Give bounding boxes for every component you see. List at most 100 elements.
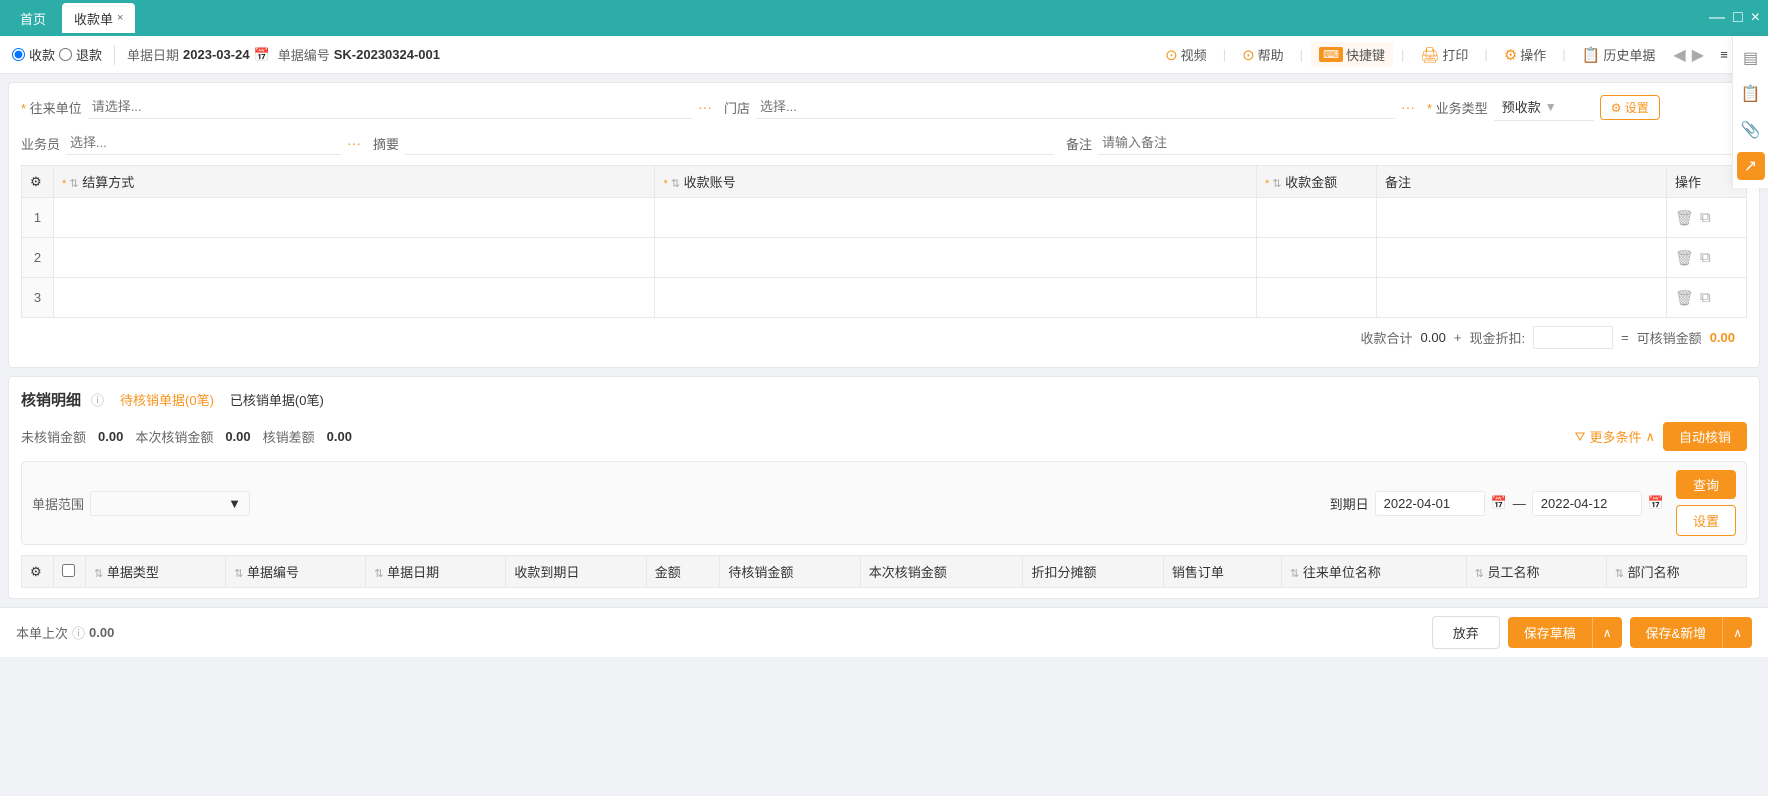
date-to-input[interactable]	[1532, 491, 1642, 516]
select-all-checkbox[interactable]	[62, 564, 75, 577]
cal-from-icon[interactable]: 📅	[1491, 495, 1507, 511]
row2-delete-icon[interactable]: 🗑	[1675, 249, 1694, 267]
video-btn[interactable]: ⊙ 视频	[1157, 42, 1215, 67]
gear-header[interactable]: ⚙	[22, 166, 54, 198]
operation-btn[interactable]: ⚙ 操作	[1496, 42, 1554, 67]
more-conditions-btn[interactable]: ⛛ 更多条件 ∧	[1575, 427, 1655, 446]
restore-icon[interactable]: □	[1733, 9, 1743, 27]
row1-account[interactable]	[655, 198, 1256, 238]
partner-label: 往来单位	[21, 98, 82, 117]
sidebar-attach-icon[interactable]: 📎	[1737, 116, 1765, 144]
row1-delete-icon[interactable]: 🗑	[1675, 209, 1694, 227]
sidebar-table-icon[interactable]: ▤	[1737, 44, 1765, 72]
row3-copy-icon[interactable]: ⧉	[1700, 289, 1711, 306]
tab-home[interactable]: 首页	[8, 3, 58, 33]
tab-list: 首页 收款单 ×	[8, 3, 135, 33]
number-field: 单据编号 SK-20230324-001	[278, 45, 440, 64]
row2-copy-icon[interactable]: ⧉	[1700, 249, 1711, 266]
minimize-icon[interactable]: —	[1709, 9, 1725, 27]
partner-more-icon[interactable]: ···	[698, 99, 712, 115]
prev-arrow[interactable]: ◀	[1671, 45, 1687, 65]
discount-input[interactable]	[1533, 326, 1613, 349]
radio-shoukuan-label[interactable]: 收款	[29, 45, 55, 64]
table-row: 3 🗑 ⧉	[22, 278, 1747, 318]
shortcut-btn[interactable]: ⌨ 快捷键	[1311, 42, 1393, 67]
save-new-arrow-icon[interactable]: ∧	[1723, 620, 1752, 646]
row3-settle[interactable]	[54, 278, 655, 318]
tab-close-icon[interactable]: ×	[117, 12, 123, 24]
row3-delete-icon[interactable]: 🗑	[1675, 289, 1694, 307]
summary-input[interactable]	[405, 131, 1054, 155]
divider-1	[114, 45, 115, 65]
shortcut-label: 快捷键	[1346, 45, 1385, 64]
range-select[interactable]: ▼	[90, 491, 250, 516]
video-label: 视频	[1181, 45, 1207, 64]
radio-shoukuan[interactable]	[12, 48, 25, 61]
staff-more-icon[interactable]: ···	[347, 135, 361, 151]
radio-tuikuan[interactable]	[59, 48, 72, 61]
print-btn[interactable]: 🖨 打印	[1412, 42, 1476, 67]
checkbox-col-header[interactable]	[54, 556, 86, 588]
row1-amount[interactable]	[1256, 198, 1376, 238]
row3-notes[interactable]	[1376, 278, 1666, 318]
chevron-up-icon: ∧	[1645, 429, 1655, 445]
settings-label: 设置	[1625, 101, 1649, 115]
query-btn[interactable]: 查询	[1676, 470, 1736, 499]
auto-verify-btn[interactable]: 自动核销	[1663, 422, 1747, 451]
cal-to-icon[interactable]: 📅	[1648, 495, 1664, 511]
sales-col-label: 销售订单	[1172, 565, 1224, 580]
summary-label: 摘要	[373, 134, 399, 153]
row1-settle[interactable]	[54, 198, 655, 238]
gear-col-header[interactable]: ⚙	[22, 556, 54, 588]
shop-more-icon[interactable]: ···	[1401, 99, 1415, 115]
save-draft-split-btn[interactable]: 保存草稿 ∧	[1508, 617, 1622, 648]
notes-input[interactable]	[1098, 131, 1747, 155]
save-new-main[interactable]: 保存&新增	[1630, 617, 1724, 648]
row2-account[interactable]	[655, 238, 1256, 278]
save-new-split-btn[interactable]: 保存&新增 ∧	[1630, 617, 1752, 648]
tab-current[interactable]: 收款单 ×	[62, 3, 135, 33]
calendar-icon[interactable]: 📅	[254, 47, 270, 63]
table-settings-btn[interactable]: 设置	[1676, 505, 1736, 536]
info-icon[interactable]: ⓘ	[91, 390, 104, 409]
window-controls: — □ ×	[1709, 9, 1760, 27]
equals-sign: =	[1621, 330, 1629, 345]
abandon-btn[interactable]: 放弃	[1432, 616, 1500, 649]
shop-input[interactable]	[756, 95, 1395, 119]
action-divider-5: |	[1562, 47, 1565, 62]
save-draft-main[interactable]: 保存草稿	[1508, 617, 1593, 648]
done-tab[interactable]: 已核销单据(0笔)	[230, 390, 324, 409]
sort-amount-icon: ⇅	[1265, 178, 1282, 190]
biz-type-value: 预收款	[1502, 97, 1541, 116]
main-table: ⚙ ⇅ 结算方式 ⇅ 收款账号 ⇅ 收款金额 备注 操作	[21, 165, 1747, 318]
close-icon[interactable]: ×	[1751, 9, 1760, 27]
summary-row: 收款合计 0.00 + 现金折扣: = 可核销金额 0.00	[21, 318, 1747, 357]
list-view-icon[interactable]: ≡	[1714, 45, 1734, 65]
row2-settle[interactable]	[54, 238, 655, 278]
type-col-header: ⇅ 单据类型	[86, 556, 226, 588]
nav-arrows: ◀ ▶	[1671, 45, 1706, 65]
history-btn[interactable]: 📋 历史单据	[1574, 42, 1664, 67]
partner-input[interactable]	[88, 95, 692, 119]
row3-amount[interactable]	[1256, 278, 1376, 318]
footer-info: 本单上次 ⓘ 0.00	[16, 623, 114, 642]
sidebar-clipboard-icon[interactable]: 📋	[1737, 80, 1765, 108]
save-draft-arrow-icon[interactable]: ∧	[1593, 620, 1622, 646]
row2-action: 🗑 ⧉	[1667, 238, 1747, 278]
date-from-input[interactable]	[1375, 491, 1485, 516]
staff-input[interactable]	[66, 131, 341, 155]
next-arrow[interactable]: ▶	[1690, 45, 1706, 65]
pending-tab[interactable]: 待核销单据(0笔)	[114, 387, 220, 412]
auto-verify-label: 自动核销	[1679, 430, 1731, 445]
row3-account[interactable]	[655, 278, 1256, 318]
info-icon-footer[interactable]: ⓘ	[72, 623, 85, 642]
biz-type-select[interactable]: 预收款 ▼	[1494, 93, 1594, 121]
row1-copy-icon[interactable]: ⧉	[1700, 209, 1711, 226]
help-btn[interactable]: ⊙ 帮助	[1234, 42, 1292, 67]
row1-notes[interactable]	[1376, 198, 1666, 238]
row2-amount[interactable]	[1256, 238, 1376, 278]
radio-tuikuan-label[interactable]: 退款	[76, 45, 102, 64]
sidebar-expand-icon[interactable]: ↗	[1737, 152, 1765, 180]
settings-btn[interactable]: ⚙ 设置	[1600, 95, 1660, 120]
row2-notes[interactable]	[1376, 238, 1666, 278]
